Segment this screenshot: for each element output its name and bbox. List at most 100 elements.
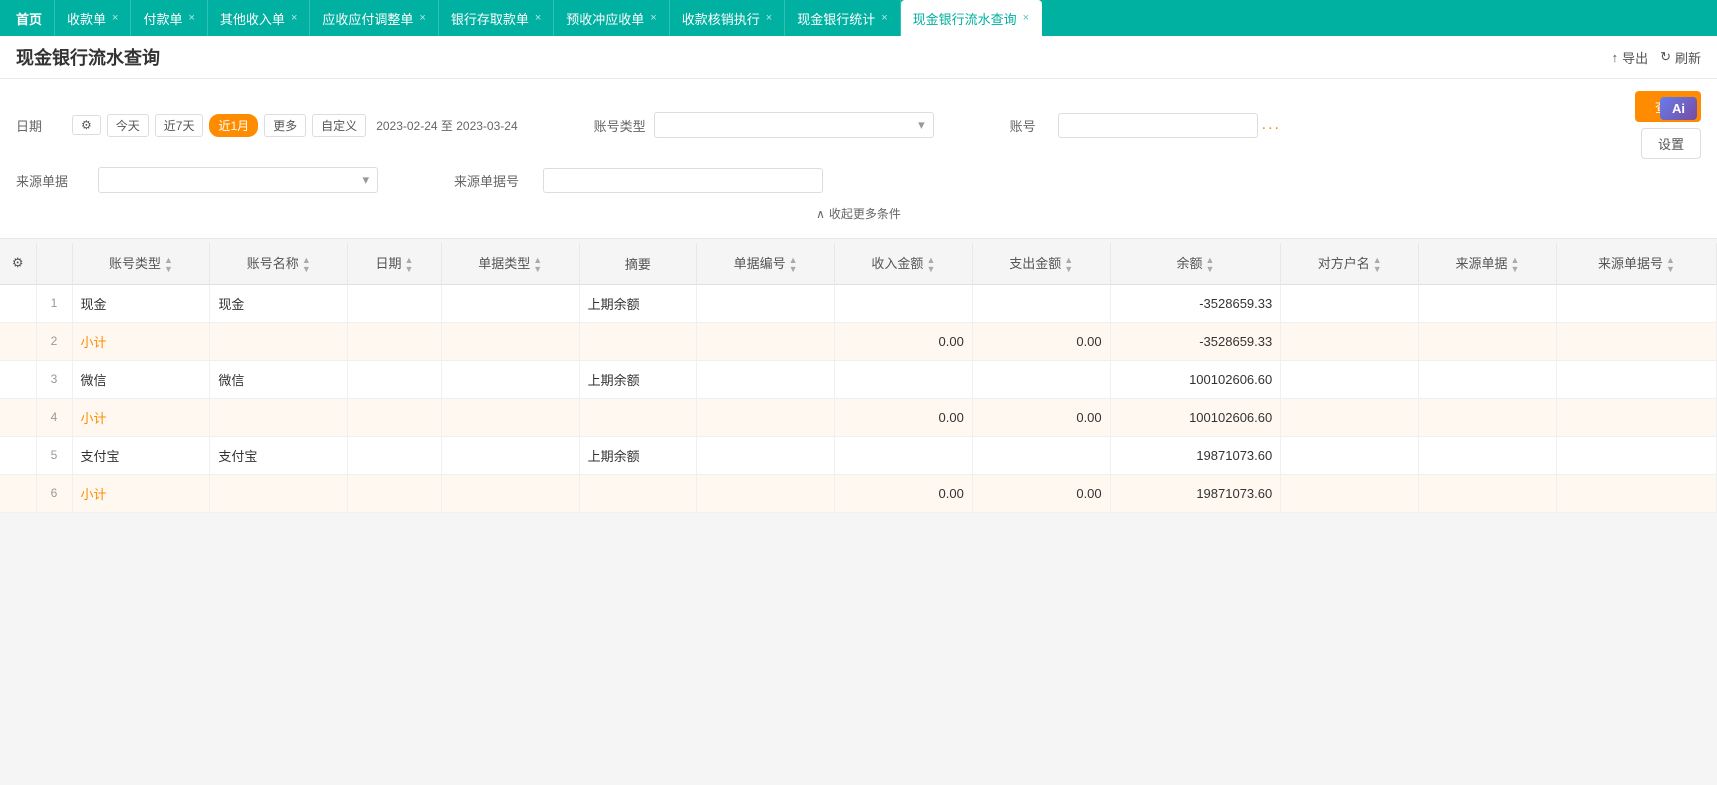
table-row[interactable]: 5 支付宝 支付宝 上期余额 19871073.60: [0, 436, 1717, 474]
date-btn-7days[interactable]: 近7天: [155, 114, 204, 137]
row-date: [348, 284, 442, 322]
date-btn-more[interactable]: 更多: [264, 114, 306, 137]
row-income: [834, 436, 972, 474]
home-label: 首页: [16, 9, 42, 28]
row-balance: 19871073.60: [1110, 474, 1281, 512]
date-filter-label: 日期: [16, 116, 56, 135]
table-header-doc-type[interactable]: 单据类型▲▼: [441, 243, 579, 284]
table-header-expense[interactable]: 支出金额▲▼: [972, 243, 1110, 284]
account-label: 账号: [1010, 116, 1050, 135]
row-summary: 上期余额: [579, 284, 697, 322]
row-balance: -3528659.33: [1110, 322, 1281, 360]
row-expense: 0.00: [972, 398, 1110, 436]
table-header-gear[interactable]: ⚙: [0, 243, 36, 284]
account-type-select[interactable]: ▾: [654, 112, 934, 138]
nav-tab-label: 现金银行流水查询: [913, 9, 1017, 28]
date-btn-yesterday[interactable]: ⚙: [72, 115, 101, 135]
row-checkbox-cell[interactable]: [0, 474, 36, 512]
close-icon[interactable]: ×: [535, 12, 541, 24]
row-summary: [579, 398, 697, 436]
nav-tab-label: 银行存取款单: [451, 9, 529, 28]
date-btn-1month[interactable]: 近1月: [209, 114, 258, 137]
close-icon[interactable]: ×: [291, 12, 297, 24]
row-date: [348, 360, 442, 398]
row-doc-no: [697, 398, 835, 436]
row-doc-type: [441, 284, 579, 322]
date-btn-today[interactable]: 今天: [107, 114, 149, 137]
source-doc-label: 来源单据: [16, 171, 68, 190]
account-input[interactable]: [1058, 113, 1258, 138]
nav-tab-收款单[interactable]: 收款单×: [55, 0, 131, 36]
nav-tab-银行存取款单[interactable]: 银行存取款单 ×: [439, 0, 554, 36]
row-expense: [972, 436, 1110, 474]
table-row[interactable]: 6 小计 0.00 0.00 19871073.60: [0, 474, 1717, 512]
table-header-source-doc[interactable]: 来源单据▲▼: [1419, 243, 1557, 284]
row-checkbox-cell[interactable]: [0, 436, 36, 474]
table-row[interactable]: 3 微信 微信 上期余额 100102606.60: [0, 360, 1717, 398]
close-icon[interactable]: ×: [881, 12, 887, 24]
account-dots-btn[interactable]: ...: [1262, 116, 1281, 134]
close-icon[interactable]: ×: [766, 12, 772, 24]
nav-tab-其他收入单[interactable]: 其他收入单×: [208, 0, 310, 36]
row-summary: [579, 474, 697, 512]
settings-button[interactable]: 设置: [1641, 128, 1701, 159]
nav-tab-付款单[interactable]: 付款单×: [131, 0, 207, 36]
row-doc-no: [697, 284, 835, 322]
nav-tab-现金银行流水查询[interactable]: 现金银行流水查询 ×: [901, 0, 1042, 36]
row-income: 0.00: [834, 322, 972, 360]
row-counterpart: [1281, 360, 1419, 398]
table-header-account-name[interactable]: 账号名称▲▼: [210, 243, 348, 284]
table-row[interactable]: 2 小计 0.00 0.00 -3528659.33: [0, 322, 1717, 360]
row-account-type: 微信: [72, 360, 210, 398]
collapse-bar[interactable]: ∧ 收起更多条件: [16, 201, 1701, 226]
table-header-doc-no[interactable]: 单据编号▲▼: [697, 243, 835, 284]
nav-home[interactable]: 首页: [4, 0, 55, 36]
table-row[interactable]: 1 现金 现金 上期余额 -3528659.33: [0, 284, 1717, 322]
refresh-button[interactable]: ↻ 刷新: [1660, 48, 1701, 67]
table-header-balance[interactable]: 余额▲▼: [1110, 243, 1281, 284]
table-header-income[interactable]: 收入金额▲▼: [834, 243, 972, 284]
nav-tab-预收冲应收单[interactable]: 预收冲应收单×: [554, 0, 669, 36]
row-source-doc-no: [1556, 436, 1716, 474]
nav-tab-收款核销执行[interactable]: 收款核销执行×: [670, 0, 785, 36]
row-account-name: 支付宝: [210, 436, 348, 474]
table-area: ⚙ 账号类型▲▼ 账号名称▲▼ 日期▲▼ 单据类型▲▼ 摘要 单据编号▲▼ 收入…: [0, 243, 1717, 513]
row-checkbox-cell[interactable]: [0, 360, 36, 398]
table-header-date[interactable]: 日期▲▼: [348, 243, 442, 284]
source-doc-num-input[interactable]: [543, 168, 823, 193]
date-range-display: 2023-02-24 至 2023-03-24: [376, 117, 517, 134]
close-icon[interactable]: ×: [650, 12, 656, 24]
table-header-counterpart[interactable]: 对方户名▲▼: [1281, 243, 1419, 284]
row-date: [348, 322, 442, 360]
header-actions: ↑ 导出 ↻ 刷新: [1612, 48, 1701, 67]
source-doc-select[interactable]: ▾: [98, 167, 378, 193]
close-icon[interactable]: ×: [1023, 12, 1029, 24]
table-header-source-doc-no[interactable]: 来源单据号▲▼: [1556, 243, 1716, 284]
table-header-account-type[interactable]: 账号类型▲▼: [72, 243, 210, 284]
close-icon[interactable]: ×: [419, 12, 425, 24]
row-seq: 6: [36, 474, 72, 512]
row-checkbox-cell[interactable]: [0, 284, 36, 322]
row-checkbox-cell[interactable]: [0, 398, 36, 436]
nav-tab-现金银行统计[interactable]: 现金银行统计 ×: [785, 0, 900, 36]
data-table: ⚙ 账号类型▲▼ 账号名称▲▼ 日期▲▼ 单据类型▲▼ 摘要 单据编号▲▼ 收入…: [0, 243, 1717, 513]
row-seq: 4: [36, 398, 72, 436]
close-icon[interactable]: ×: [112, 12, 118, 24]
row-checkbox-cell[interactable]: [0, 322, 36, 360]
export-button[interactable]: ↑ 导出: [1612, 48, 1649, 67]
nav-tab-label: 现金银行统计: [797, 9, 875, 28]
filter-row-source: 来源单据 ▾ 来源单据号: [16, 167, 1701, 193]
table-row[interactable]: 4 小计 0.00 0.00 100102606.60: [0, 398, 1717, 436]
row-income: [834, 284, 972, 322]
close-icon[interactable]: ×: [188, 12, 194, 24]
ai-badge[interactable]: Ai: [1660, 97, 1697, 120]
table-wrapper[interactable]: ⚙ 账号类型▲▼ 账号名称▲▼ 日期▲▼ 单据类型▲▼ 摘要 单据编号▲▼ 收入…: [0, 243, 1717, 513]
row-account-name: [210, 322, 348, 360]
row-account-type: 小计: [72, 322, 210, 360]
nav-tab-应收应付调整单[interactable]: 应收应付调整单×: [310, 0, 438, 36]
filter-area: 日期 ⚙ 今天 近7天 近1月 更多 自定义 2023-02-24 至 2023…: [0, 79, 1717, 239]
row-source-doc: [1419, 436, 1557, 474]
row-doc-type: [441, 436, 579, 474]
row-source-doc: [1419, 284, 1557, 322]
date-btn-custom[interactable]: 自定义: [312, 114, 366, 137]
